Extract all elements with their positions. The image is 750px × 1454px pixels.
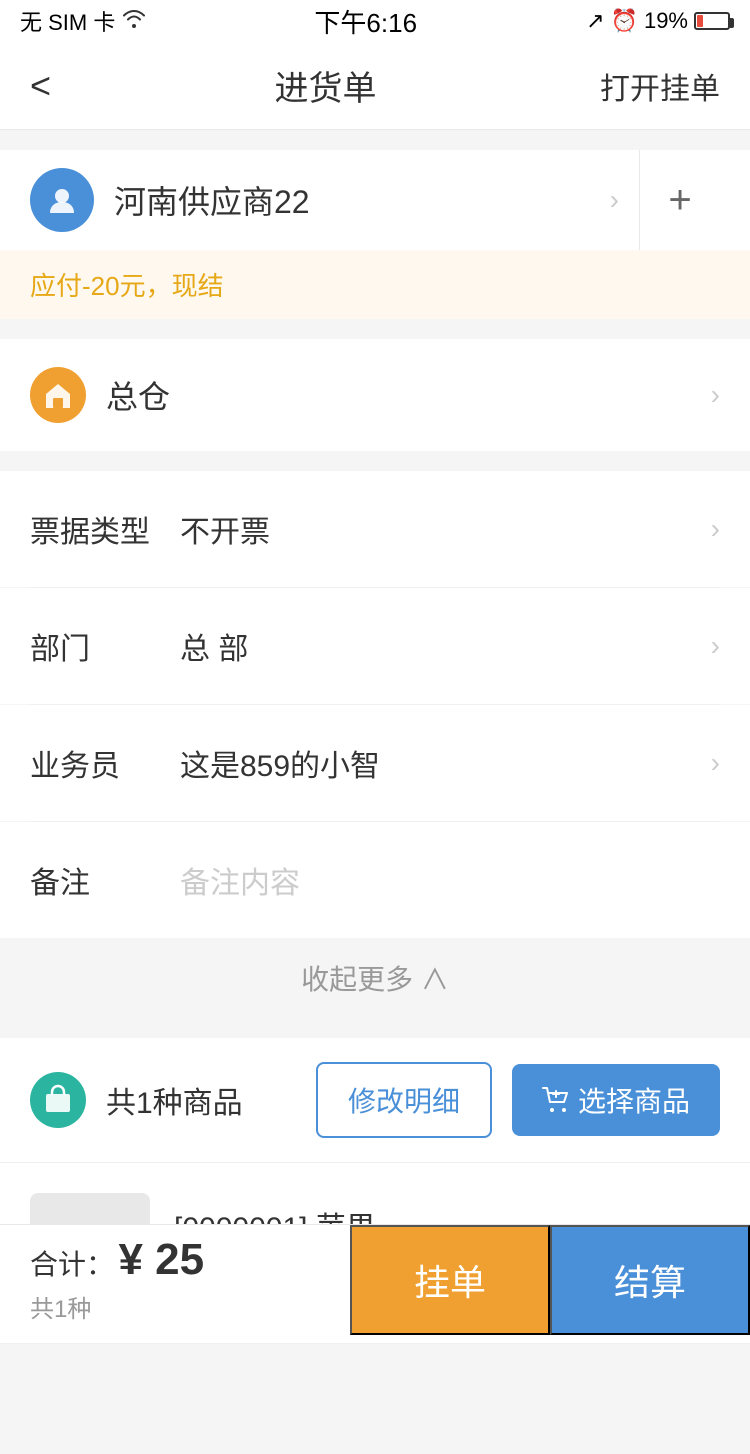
total-section: 合计： ¥ 25 共1种 (0, 1235, 350, 1324)
remarks-label: 备注 (30, 858, 150, 902)
salesperson-row[interactable]: 业务员 这是859的小智 › (0, 705, 750, 821)
location-icon: ↗ (586, 8, 604, 34)
gap1 (0, 130, 750, 150)
remarks-row[interactable]: 备注 备注内容 (0, 822, 750, 938)
gap3 (0, 451, 750, 471)
salesperson-label: 业务员 (30, 741, 150, 785)
status-right: ↗ ⏰ 19% (586, 8, 730, 34)
salesperson-chevron-icon: › (711, 747, 720, 779)
bottom-spacer (0, 1344, 750, 1454)
add-supplier-button[interactable]: + (640, 178, 720, 223)
supplier-chevron-icon: › (610, 184, 619, 216)
plus-icon: + (668, 178, 691, 223)
warehouse-section[interactable]: 总仓 › (0, 339, 750, 451)
nav-bar: < 进货单 打开挂单 (0, 42, 750, 130)
status-bar: 无 SIM 卡 下午6:16 ↗ ⏰ 19% (0, 0, 750, 42)
remarks-input[interactable]: 备注内容 (180, 858, 720, 902)
total-amount: ¥ 25 (118, 1235, 204, 1284)
product-header: 共1种商品 修改明细 选择商品 (0, 1038, 750, 1163)
warehouse-chevron-icon: › (711, 379, 720, 411)
supplier-section: 河南供应商22 › + (0, 150, 750, 250)
salesperson-value: 这是859的小智 (180, 741, 701, 785)
supplier-name: 河南供应商22 (114, 177, 600, 223)
total-sub: 共1种 (30, 1289, 320, 1324)
open-pending-button[interactable]: 打开挂单 (600, 64, 720, 108)
page-title: 进货单 (275, 61, 377, 110)
select-product-button[interactable]: 选择商品 (512, 1064, 720, 1136)
checkout-button[interactable]: 结算 (550, 1225, 750, 1335)
supplier-avatar (30, 168, 94, 232)
product-count-icon (30, 1072, 86, 1128)
collapse-bar[interactable]: 收起更多 ∧ (0, 938, 750, 1018)
warning-banner: 应付-20元，现结 (0, 250, 750, 319)
wifi-icon (123, 8, 145, 34)
invoice-type-label: 票据类型 (30, 507, 150, 551)
product-count-text: 共1种商品 (106, 1078, 316, 1122)
total-label: 合计： (30, 1249, 114, 1280)
pending-button[interactable]: 挂单 (350, 1225, 550, 1335)
department-label: 部门 (30, 624, 150, 668)
back-button[interactable]: < (30, 65, 51, 107)
status-time: 下午6:16 (314, 3, 417, 40)
select-product-label: 选择商品 (578, 1080, 690, 1120)
supplier-selector[interactable]: 河南供应商22 › (30, 150, 640, 250)
department-value: 总 部 (180, 624, 701, 668)
invoice-type-row[interactable]: 票据类型 不开票 › (0, 471, 750, 587)
invoice-type-value: 不开票 (180, 507, 701, 551)
invoice-type-chevron-icon: › (711, 513, 720, 545)
alarm-icon: ⏰ (611, 8, 638, 34)
department-chevron-icon: › (711, 630, 720, 662)
total-row: 合计： ¥ 25 (30, 1235, 320, 1285)
bottom-bar: 合计： ¥ 25 共1种 挂单 结算 (0, 1224, 750, 1334)
collapse-label: 收起更多 ∧ (301, 958, 449, 998)
department-row[interactable]: 部门 总 部 › (0, 588, 750, 704)
status-left: 无 SIM 卡 (20, 5, 145, 37)
battery-percent: 19% (644, 8, 688, 34)
warehouse-name: 总仓 (106, 372, 701, 418)
carrier-label: 无 SIM 卡 (20, 5, 115, 37)
gap4 (0, 1018, 750, 1038)
warehouse-icon (30, 367, 86, 423)
battery-icon (694, 12, 730, 30)
edit-detail-button[interactable]: 修改明细 (316, 1062, 492, 1138)
cart-icon (542, 1086, 570, 1114)
gap2 (0, 319, 750, 339)
